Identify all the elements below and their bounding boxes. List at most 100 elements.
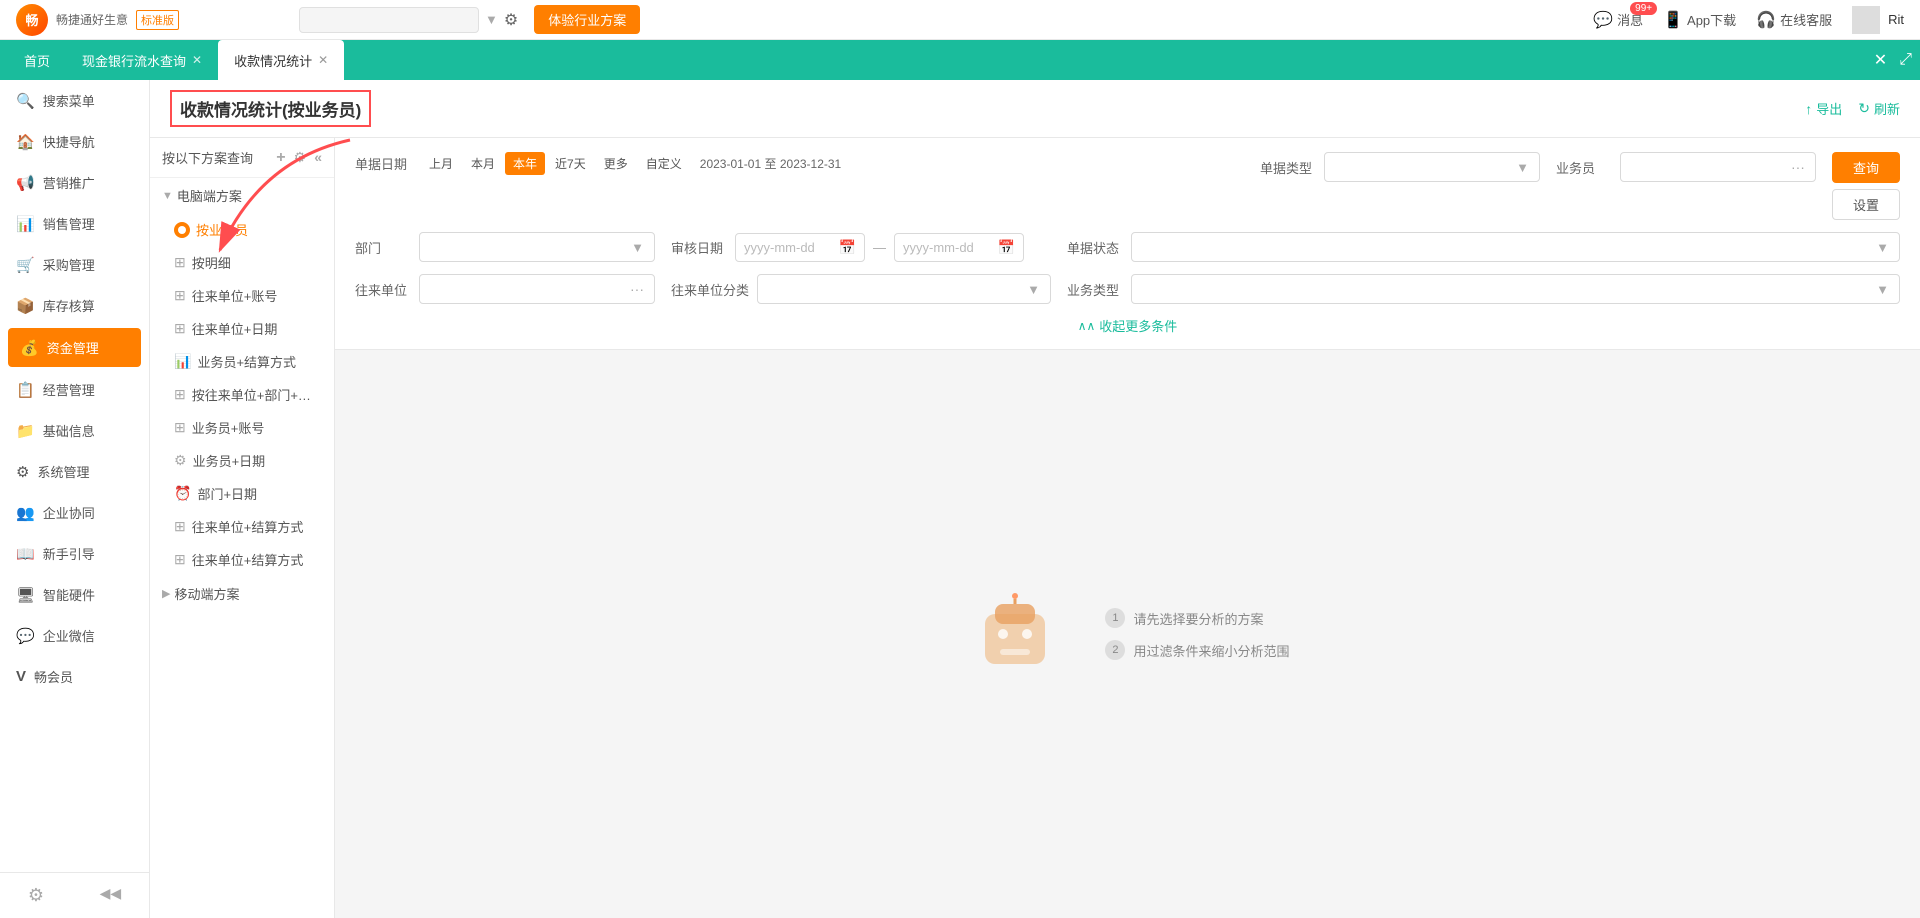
page-header: 收款情况统计(按业务员) ↑ 导出 ↻ 刷新 xyxy=(150,80,1920,138)
doc-status-label: 单据状态 xyxy=(1067,238,1123,257)
sidebar-item-basic-info[interactable]: 📁 基础信息 xyxy=(0,410,149,451)
sidebar-item-marketing[interactable]: 📢 营销推广 xyxy=(0,162,149,203)
scheme-desktop-title[interactable]: ▼ 电脑端方案 xyxy=(150,178,334,213)
marketing-icon: 📢 xyxy=(16,174,35,192)
finance-icon: 💰 xyxy=(20,339,39,357)
sidebar-item-wechat[interactable]: 💬 企业微信 xyxy=(0,615,149,656)
app-download-button[interactable]: 📱 App下载 xyxy=(1663,10,1736,30)
purchase-icon: 🛒 xyxy=(16,256,35,274)
sidebar-item-member[interactable]: V 畅会员 xyxy=(0,656,149,697)
doc-type-select[interactable]: ▼ xyxy=(1324,152,1540,182)
settings-button[interactable]: 设置 xyxy=(1832,189,1900,220)
biz-type-label: 业务类型 xyxy=(1067,280,1123,299)
collapse-conditions-btn[interactable]: ∧∧ 收起更多条件 xyxy=(1078,316,1178,335)
trial-button[interactable]: 体验行业方案 xyxy=(534,5,640,34)
tab-collection-stats[interactable]: 收款情况统计 ✕ xyxy=(218,40,344,80)
scheme-add-btn[interactable]: + xyxy=(276,149,285,167)
sidebar-item-guide[interactable]: 📖 新手引导 xyxy=(0,533,149,574)
biz-type-select[interactable]: ▼ xyxy=(1131,274,1900,304)
user-info: Rit xyxy=(1852,6,1904,34)
sidebar-item-quick-nav[interactable]: 🏠 快捷导航 xyxy=(0,121,149,162)
doc-status-select[interactable]: ▼ xyxy=(1131,232,1900,262)
search-bar[interactable] xyxy=(299,7,479,33)
sidebar-item-finance[interactable]: 💰 资金管理 xyxy=(8,328,141,367)
scheme-item-partner-date[interactable]: ⊞ 往来单位+日期 xyxy=(150,312,334,345)
logo-icon: 畅 xyxy=(16,4,48,36)
export-button[interactable]: ↑ 导出 xyxy=(1805,99,1842,118)
maximize-window-btn[interactable]: ⤢ xyxy=(1899,51,1912,69)
search-menu-icon: 🔍 xyxy=(16,92,35,110)
review-date-to[interactable]: yyyy-mm-dd 📅 xyxy=(894,233,1024,262)
date-tab-this-year[interactable]: 本年 xyxy=(505,152,545,175)
scheme-item-partner-payment2[interactable]: ⊞ 往来单位+结算方式 xyxy=(150,543,334,576)
scheme-item-salesperson-account[interactable]: ⊞ 业务员+账号 xyxy=(150,411,334,444)
scheme-panel-title: 按以下方案查询 xyxy=(162,148,253,167)
sales-icon: 📊 xyxy=(16,215,35,233)
user-name: Rit xyxy=(1888,12,1904,27)
messages-button[interactable]: 💬 消息 99+ xyxy=(1593,10,1643,30)
tab-home[interactable]: 首页 xyxy=(8,40,66,80)
settings-icon[interactable]: ⚙ xyxy=(504,10,518,30)
sidebar: 🔍 搜索菜单 🏠 快捷导航 📢 营销推广 📊 销售管理 🛒 采购管理 📦 xyxy=(0,80,150,918)
review-date-from[interactable]: yyyy-mm-dd 📅 xyxy=(735,233,865,262)
hint-2-num: 2 xyxy=(1105,640,1125,660)
scheme-item-partner-dept[interactable]: ⊞ 按往来单位+部门+收... xyxy=(150,378,334,411)
sidebar-item-sales[interactable]: 📊 销售管理 xyxy=(0,203,149,244)
app-logo: 畅 畅捷通好生意 标准版 xyxy=(16,4,179,36)
doc-status-chevron: ▼ xyxy=(1876,240,1889,255)
sidebar-collapse-btn[interactable]: ◀◀ xyxy=(100,885,122,906)
date-tab-last-month[interactable]: 上月 xyxy=(421,152,461,175)
expand-icon[interactable]: ▼ xyxy=(485,12,498,27)
partner-payment2-icon: ⊞ xyxy=(174,551,186,568)
date-tab-custom[interactable]: 自定义 xyxy=(638,152,690,175)
sidebar-item-enterprise[interactable]: 👥 企业协同 xyxy=(0,492,149,533)
partner-more-icon[interactable]: ··· xyxy=(630,281,644,297)
tab-collection-stats-close[interactable]: ✕ xyxy=(318,53,328,67)
online-service-label: 在线客服 xyxy=(1780,10,1832,29)
edition-badge: 标准版 xyxy=(136,10,179,30)
dept-chevron: ▼ xyxy=(631,240,644,255)
date-tab-last-7-days[interactable]: 近7天 xyxy=(547,152,594,175)
review-date-to-placeholder: yyyy-mm-dd xyxy=(903,240,974,255)
partner-select[interactable]: ··· xyxy=(419,274,655,304)
query-button[interactable]: 查询 xyxy=(1832,152,1900,183)
scheme-item-salesperson-date[interactable]: ⚙ 业务员+日期 xyxy=(150,444,334,477)
close-window-btn[interactable]: ✕ xyxy=(1874,50,1887,70)
sidebar-settings-btn[interactable]: ⚙ xyxy=(28,885,44,906)
dept-select[interactable]: ▼ xyxy=(419,232,655,262)
review-date-from-placeholder: yyyy-mm-dd xyxy=(744,240,815,255)
scheme-item-dept-date[interactable]: ⏰ 部门+日期 xyxy=(150,477,334,510)
date-tab-this-month[interactable]: 本月 xyxy=(463,152,503,175)
detail-icon: ⊞ xyxy=(174,254,186,271)
date-range: 2023-01-01 至 2023-12-31 xyxy=(700,155,841,172)
scheme-settings-btn[interactable]: ⚙ xyxy=(294,149,307,167)
tab-bank-flow-close[interactable]: ✕ xyxy=(192,53,202,67)
sidebar-item-smart-hw[interactable]: 🖥 智能硬件 xyxy=(0,574,149,615)
sidebar-item-operations[interactable]: 📋 经营管理 xyxy=(0,369,149,410)
scheme-item-by-salesperson[interactable]: 按业务员 xyxy=(150,213,334,246)
enterprise-icon: 👥 xyxy=(16,504,35,522)
app-download-label: App下载 xyxy=(1687,10,1736,29)
date-tab-more[interactable]: 更多 xyxy=(596,152,636,175)
sidebar-item-system[interactable]: ⚙ 系统管理 xyxy=(0,451,149,492)
tab-bank-flow[interactable]: 现金银行流水查询 ✕ xyxy=(66,40,218,80)
scheme-item-salesperson-payment[interactable]: 📊 业务员+结算方式 xyxy=(150,345,334,378)
sidebar-item-purchase[interactable]: 🛒 采购管理 xyxy=(0,244,149,285)
tab-home-label: 首页 xyxy=(24,51,50,70)
partner-category-select[interactable]: ▼ xyxy=(757,274,1051,304)
dept-label: 部门 xyxy=(355,238,411,257)
refresh-button[interactable]: ↻ 刷新 xyxy=(1858,99,1900,118)
scheme-item-by-detail[interactable]: ⊞ 按明细 xyxy=(150,246,334,279)
online-service-button[interactable]: 🎧 在线客服 xyxy=(1756,10,1832,30)
nav-input-area: ▼ ⚙ xyxy=(299,7,518,33)
sidebar-bottom: ⚙ ◀◀ xyxy=(0,872,149,918)
sidebar-item-inventory[interactable]: 📦 库存核算 xyxy=(0,285,149,326)
salesperson-more-icon[interactable]: ··· xyxy=(1791,159,1805,175)
scheme-collapse-btn[interactable]: « xyxy=(314,149,322,167)
inventory-icon: 📦 xyxy=(16,297,35,315)
salesperson-select[interactable]: ··· xyxy=(1620,152,1816,182)
sidebar-item-search-menu[interactable]: 🔍 搜索菜单 xyxy=(0,80,149,121)
scheme-item-partner-payment1[interactable]: ⊞ 往来单位+结算方式 xyxy=(150,510,334,543)
scheme-mobile-title[interactable]: ▶ 移动端方案 xyxy=(150,576,334,611)
scheme-item-partner-account[interactable]: ⊞ 往来单位+账号 xyxy=(150,279,334,312)
